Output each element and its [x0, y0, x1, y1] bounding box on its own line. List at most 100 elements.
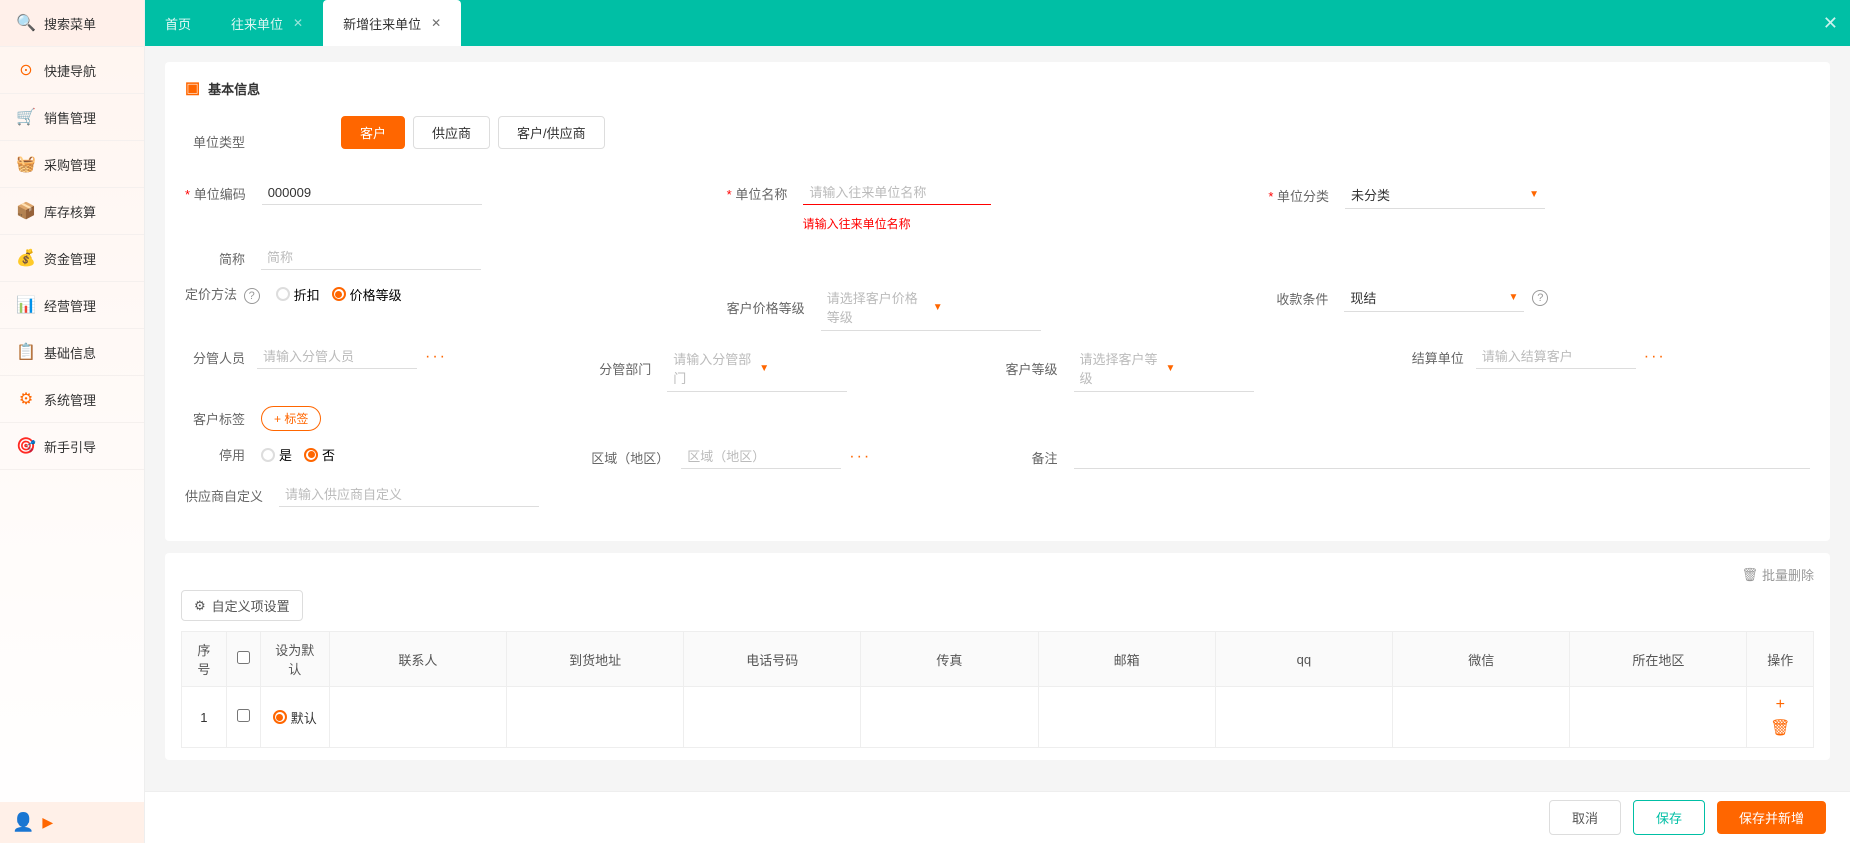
tab-new-partner-close[interactable]: ✕: [431, 16, 441, 30]
sidebar-item-purchase[interactable]: 🧺 采购管理: [0, 141, 144, 188]
disabled-no-radio: [304, 448, 318, 462]
remark-input[interactable]: [1074, 445, 1811, 469]
short-name-input[interactable]: [261, 246, 481, 270]
sidebar-item-system[interactable]: ⚙ 系统管理: [0, 376, 144, 423]
disabled-yes-option[interactable]: 是: [261, 445, 292, 464]
user-avatar-icon: 👤: [12, 812, 34, 833]
manager-dots-btn[interactable]: ···: [421, 348, 451, 366]
unit-type-supplier-btn[interactable]: 供应商: [413, 116, 490, 149]
col-phone: 电话号码: [684, 632, 861, 687]
tab-new-partner[interactable]: 新增往来单位 ✕: [323, 0, 461, 46]
cell-email[interactable]: [1038, 687, 1215, 748]
region-dots-btn[interactable]: ···: [845, 448, 875, 466]
sidebar-item-quicknav[interactable]: ⊙ 快捷导航: [0, 47, 144, 94]
customer-level-select[interactable]: 请选择客户等级 ▼: [1074, 345, 1254, 392]
payment-label: 收款条件: [1268, 289, 1336, 308]
save-button[interactable]: 保存: [1633, 800, 1705, 835]
wechat-input[interactable]: [1403, 706, 1559, 729]
disabled-radio-group: 是 否: [261, 445, 335, 464]
cell-contact[interactable]: [329, 687, 506, 748]
sidebar-label-finance: 资金管理: [44, 249, 96, 268]
col-check[interactable]: [226, 632, 260, 687]
short-name-field: 简称: [185, 246, 727, 270]
operations-icon: 📊: [16, 295, 36, 315]
col-address: 到货地址: [507, 632, 684, 687]
customer-price-placeholder: 请选择客户价格等级: [827, 288, 929, 326]
payment-select[interactable]: 现结 ▼: [1344, 284, 1524, 312]
col-qq: qq: [1215, 632, 1392, 687]
system-icon: ⚙: [16, 389, 36, 409]
tab-partners[interactable]: 往来单位 ✕: [211, 0, 323, 46]
content-area: ▣ 基本信息 单位类型 客户 供应商 客户/供应商: [145, 46, 1850, 791]
pricing-help-icon[interactable]: ?: [244, 288, 260, 304]
contact-input[interactable]: [340, 706, 496, 729]
settle-unit-dots-btn[interactable]: ···: [1640, 348, 1670, 366]
disabled-no-option[interactable]: 否: [304, 445, 335, 464]
settle-unit-label: 结算单位: [1404, 348, 1472, 367]
qq-input[interactable]: [1226, 706, 1382, 729]
unit-type-customer-btn[interactable]: 客户: [341, 116, 405, 149]
col-default: 设为默认: [260, 632, 329, 687]
phone-input[interactable]: [694, 706, 850, 729]
add-row-btn[interactable]: +: [1772, 694, 1789, 716]
contacts-table: 序号 设为默认 联系人 到货地址 电话号码 传真 邮箱 qq 微信 所在地区 操…: [181, 631, 1814, 748]
select-all-checkbox[interactable]: [237, 651, 250, 664]
save-add-button[interactable]: 保存并新增: [1717, 801, 1826, 834]
col-seq: 序号: [182, 632, 227, 687]
dept-select[interactable]: 请输入分管部门 ▼: [667, 345, 847, 392]
supplier-custom-input[interactable]: [279, 483, 539, 507]
sidebar-item-sales[interactable]: 🛒 销售管理: [0, 94, 144, 141]
sidebar-item-inventory[interactable]: 📦 库存核算: [0, 188, 144, 235]
sidebar-item-finance[interactable]: 💰 资金管理: [0, 235, 144, 282]
pricing-radio-group: 折扣 价格等级: [276, 285, 402, 304]
cell-action: + 🗑: [1747, 687, 1814, 748]
unit-type-field: 单位类型 客户 供应商 客户/供应商: [185, 116, 1810, 167]
custom-settings-button[interactable]: ⚙ 自定义项设置: [181, 590, 303, 621]
settle-unit-input[interactable]: [1476, 345, 1636, 369]
table-region-input[interactable]: [1580, 706, 1736, 729]
row-checkbox[interactable]: [237, 709, 250, 722]
dept-chevron: ▼: [759, 363, 841, 374]
customer-tag-field: 客户标签 + 标签: [185, 406, 591, 431]
email-input[interactable]: [1049, 706, 1205, 729]
sidebar-item-operations[interactable]: 📊 经营管理: [0, 282, 144, 329]
pricing-level-option[interactable]: 价格等级: [332, 285, 402, 304]
sidebar-item-search[interactable]: 🔍 搜索菜单: [0, 0, 144, 47]
tab-partners-close[interactable]: ✕: [293, 16, 303, 30]
unit-name-input[interactable]: [803, 181, 991, 205]
default-radio-item[interactable]: 默认: [271, 708, 319, 727]
tab-home[interactable]: 首页: [145, 0, 211, 46]
payment-help-icon[interactable]: ?: [1532, 290, 1548, 306]
cell-region[interactable]: [1570, 687, 1747, 748]
cell-wechat[interactable]: [1393, 687, 1570, 748]
pricing-discount-option[interactable]: 折扣: [276, 285, 320, 304]
pricing-level-label: 价格等级: [350, 285, 402, 304]
cell-phone[interactable]: [684, 687, 861, 748]
cell-default[interactable]: 默认: [260, 687, 329, 748]
cell-address[interactable]: [507, 687, 684, 748]
fax-input[interactable]: [871, 706, 1027, 729]
unit-code-input[interactable]: [262, 181, 482, 205]
cell-fax[interactable]: [861, 687, 1038, 748]
address-input[interactable]: [517, 706, 673, 729]
batch-delete-btn[interactable]: 🗑 批量删除: [181, 565, 1814, 584]
tab-home-label: 首页: [165, 14, 191, 33]
unit-category-select[interactable]: 未分类 ▼: [1345, 181, 1545, 209]
section-title: ▣ 基本信息: [185, 78, 1810, 98]
region-input[interactable]: [681, 445, 841, 469]
customer-price-select[interactable]: 请选择客户价格等级 ▼: [821, 284, 1041, 331]
unit-name-error: 请输入往来单位名称: [803, 215, 911, 232]
cell-qq[interactable]: [1215, 687, 1392, 748]
tabs-close-all[interactable]: ✕: [1823, 13, 1838, 34]
manager-input[interactable]: [257, 345, 417, 369]
unit-type-both-btn[interactable]: 客户/供应商: [498, 116, 605, 149]
cell-check[interactable]: [226, 687, 260, 748]
cancel-button[interactable]: 取消: [1549, 800, 1621, 835]
sidebar-item-basic[interactable]: 📋 基础信息: [0, 329, 144, 376]
dept-label: 分管部门: [591, 359, 659, 378]
pricing-row: 定价方法 ? 折扣 价格等级: [185, 284, 1810, 331]
sidebar-item-guide[interactable]: 🎯 新手引导: [0, 423, 144, 470]
table-section: 🗑 批量删除 ⚙ 自定义项设置 序号 设为默认 联系人 到货地址 电话号码 传真: [165, 553, 1830, 760]
add-tag-button[interactable]: + 标签: [261, 406, 321, 431]
delete-row-btn[interactable]: 🗑: [1766, 716, 1794, 740]
